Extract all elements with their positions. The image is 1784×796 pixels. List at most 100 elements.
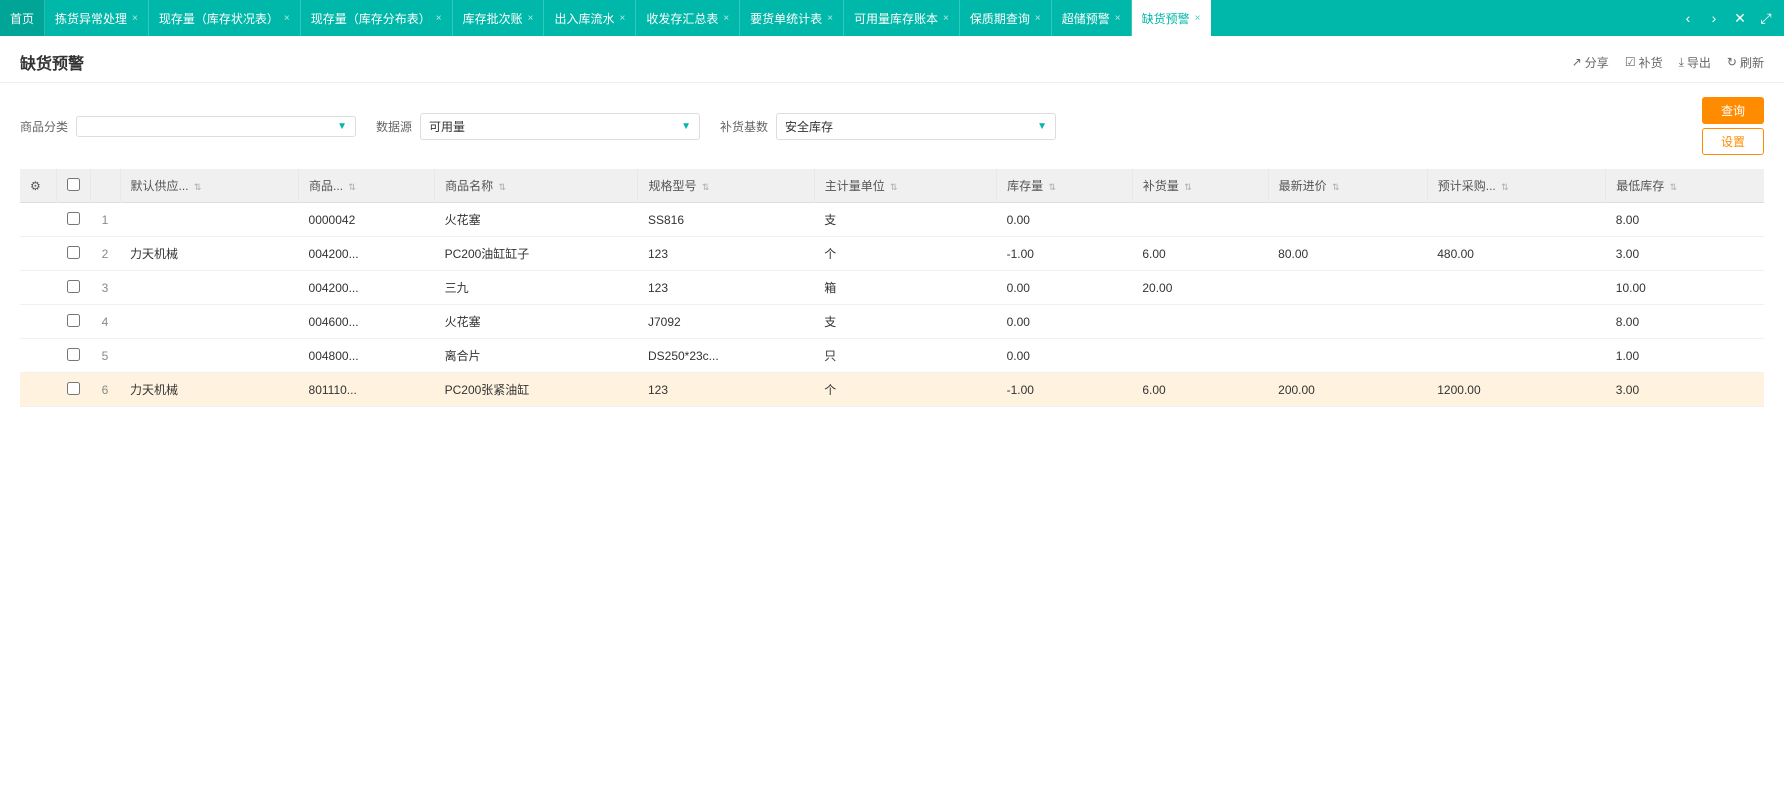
sort-icon-product-code: ⇅ [348,182,356,192]
sort-icon-latest-price: ⇅ [1332,182,1340,192]
cell-product-code: 004200... [299,271,435,305]
cell-stock-qty: 0.00 [997,339,1133,373]
export-button[interactable]: ⤓ 导出 [1679,54,1711,71]
row-checkbox[interactable] [67,348,80,361]
nav-tab-close[interactable]: × [943,13,949,24]
nav-tab-label: 要货单统计表 [750,10,822,27]
replenish-button[interactable]: ☑ 补货 [1625,54,1663,71]
nav-tab-close[interactable]: × [827,13,833,24]
col-default-supplier[interactable]: 默认供应... ⇅ [120,169,299,203]
settings-button[interactable]: 设置 [1702,128,1764,155]
nav-tab-recv-summary[interactable]: 收发存汇总表 × [636,0,740,36]
col-latest-price[interactable]: 最新进价 ⇅ [1268,169,1427,203]
col-replenish-qty[interactable]: 补货量 ⇅ [1132,169,1268,203]
nav-tab-avail-ledger[interactable]: 可用量库存账本 × [844,0,960,36]
col-default-supplier-label: 默认供应... [131,179,189,193]
nav-tab-order-stats[interactable]: 要货单统计表 × [740,0,844,36]
cell-product-code: 004800... [299,339,435,373]
cell-spec: DS250*23c... [638,339,814,373]
row-checkbox[interactable] [67,382,80,395]
datasource-select[interactable]: 可用量 ▼ [420,113,700,140]
table-row: 1 0000042 火花塞 SS816 支 0.00 8.00 [20,203,1764,237]
row-checkbox-cell[interactable] [56,237,90,271]
replenish-base-select[interactable]: 安全库存 ▼ [776,113,1056,140]
cell-default-supplier [120,271,299,305]
row-checkbox[interactable] [67,246,80,259]
top-navigation: 首页 拣货异常处理 × 现存量（库存状况表） × 现存量（库存分布表） × 库存… [0,0,1784,36]
category-filter-group: 商品分类 ▼ [20,116,356,137]
gear-icon[interactable]: ⚙ [30,179,41,193]
cell-est-purchase [1427,203,1606,237]
nav-next-button[interactable]: › [1702,6,1726,30]
cell-latest-price [1268,271,1427,305]
nav-close-button[interactable]: ✕ [1728,6,1752,30]
col-product-code[interactable]: 商品... ⇅ [299,169,435,203]
nav-tab-batch-account[interactable]: 库存批次账 × [453,0,545,36]
row-checkbox-cell[interactable] [56,305,90,339]
row-checkbox[interactable] [67,314,80,327]
cell-product-name: PC200油缸缸子 [435,237,638,271]
nav-tab-close[interactable]: × [132,13,138,24]
nav-prev-button[interactable]: ‹ [1676,6,1700,30]
nav-tab-close[interactable]: × [436,13,442,24]
col-settings[interactable]: ⚙ [20,169,56,203]
nav-tab-close[interactable]: × [1035,13,1041,24]
col-min-stock-label: 最低库存 [1616,179,1664,193]
col-unit[interactable]: 主计量单位 ⇅ [814,169,996,203]
nav-tab-label: 可用量库存账本 [854,10,938,27]
row-checkbox[interactable] [67,212,80,225]
col-stock-qty[interactable]: 库存量 ⇅ [997,169,1133,203]
nav-tab-home[interactable]: 首页 [0,0,45,36]
nav-tab-close[interactable]: × [284,13,290,24]
nav-controls: ‹ › ✕ ⤢ [1670,6,1784,30]
nav-tab-close[interactable]: × [1115,13,1121,24]
datasource-filter-label: 数据源 [376,118,412,135]
row-checkbox[interactable] [67,280,80,293]
row-checkbox-cell[interactable] [56,271,90,305]
nav-tab-shortage[interactable]: 缺货预警 × [1132,0,1212,36]
col-product-name-label: 商品名称 [445,179,493,193]
nav-tab-close[interactable]: × [619,13,625,24]
cell-product-code: 801110... [299,373,435,407]
nav-tab-close[interactable]: × [528,13,534,24]
nav-tab-label: 保质期查询 [970,10,1030,27]
share-button[interactable]: ↗ 分享 [1572,54,1609,71]
datasource-filter-group: 数据源 可用量 ▼ [376,113,700,140]
nav-tab-defect-proc[interactable]: 拣货异常处理 × [45,0,149,36]
sort-icon-min-stock: ⇅ [1670,182,1678,192]
nav-tab-label: 拣货异常处理 [55,10,127,27]
nav-tab-close[interactable]: × [723,13,729,24]
col-row-num [90,169,120,203]
row-checkbox-cell[interactable] [56,203,90,237]
cell-latest-price [1268,339,1427,373]
nav-tab-label: 缺货预警 [1142,10,1190,27]
share-label: 分享 [1585,54,1609,71]
category-select[interactable]: ▼ [76,116,356,137]
query-button[interactable]: 查询 [1702,97,1764,124]
select-all-checkbox[interactable] [67,178,80,191]
refresh-button[interactable]: ↻ 刷新 [1727,54,1764,71]
col-min-stock[interactable]: 最低库存 ⇅ [1606,169,1764,203]
sort-icon-product-name: ⇅ [498,182,506,192]
cell-unit: 支 [814,305,996,339]
cell-min-stock: 8.00 [1606,203,1764,237]
nav-maximize-button[interactable]: ⤢ [1754,6,1778,30]
col-spec[interactable]: 规格型号 ⇅ [638,169,814,203]
replenish-base-select-arrow: ▼ [1037,121,1047,132]
cell-unit: 支 [814,203,996,237]
cell-est-purchase [1427,305,1606,339]
refresh-icon: ↻ [1727,55,1737,69]
row-checkbox-cell[interactable] [56,373,90,407]
cell-latest-price: 200.00 [1268,373,1427,407]
nav-tab-expiry-query[interactable]: 保质期查询 × [960,0,1052,36]
nav-tab-inout-flow[interactable]: 出入库流水 × [544,0,636,36]
nav-tab-stock-dist[interactable]: 现存量（库存分布表） × [301,0,453,36]
nav-tab-stock-status[interactable]: 现存量（库存状况表） × [149,0,301,36]
nav-tab-overstock[interactable]: 超储预警 × [1052,0,1132,36]
col-est-purchase[interactable]: 预计采购... ⇅ [1427,169,1606,203]
col-product-name[interactable]: 商品名称 ⇅ [435,169,638,203]
row-checkbox-cell[interactable] [56,339,90,373]
nav-tab-close[interactable]: × [1195,13,1201,24]
replenish-icon: ☑ [1625,55,1636,69]
nav-tab-label: 现存量（库存分布表） [311,10,431,27]
